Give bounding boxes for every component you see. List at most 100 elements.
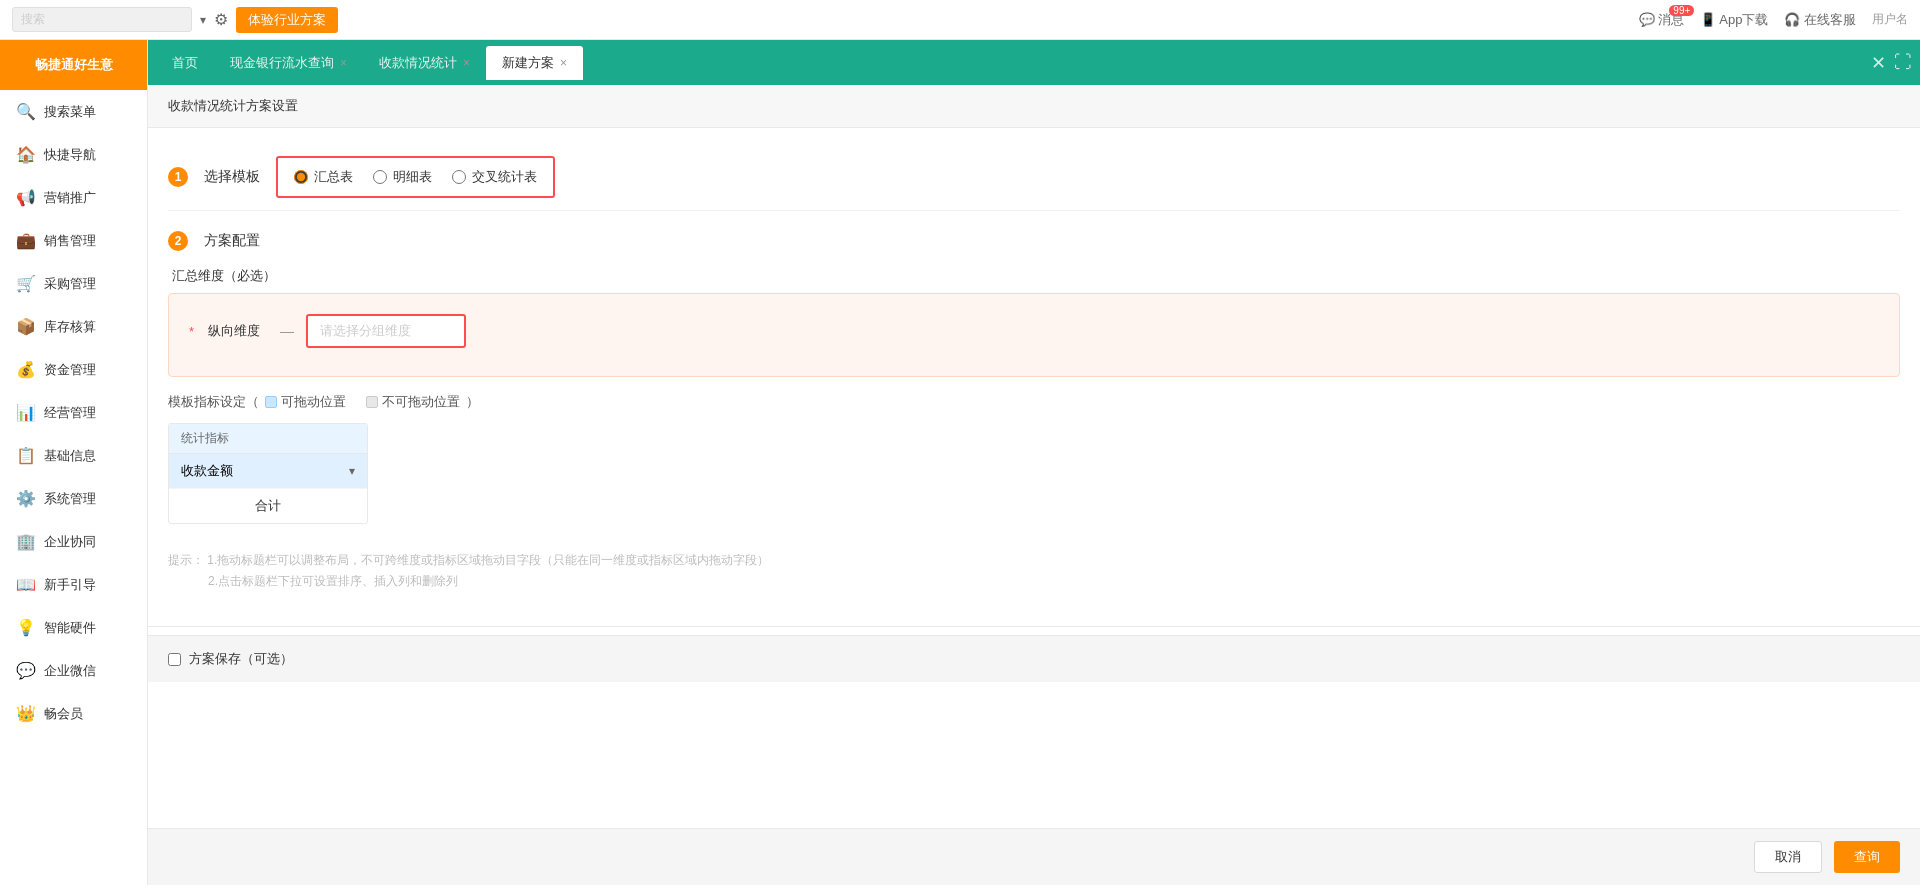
download-icon: 📱 (1700, 12, 1716, 27)
metrics-item-total: 合计 (169, 489, 367, 523)
member-icon: 👑 (16, 704, 36, 723)
step2-header: 2 方案配置 (168, 231, 1900, 251)
search-menu-icon: 🔍 (16, 102, 36, 121)
content-area: 首页 现金银行流水查询 × 收款情况统计 × 新建方案 × ✕ ⛶ (148, 40, 1920, 885)
sidebar-label-hardware: 智能硬件 (44, 619, 96, 637)
tab-bank-flow[interactable]: 现金银行流水查询 × (214, 46, 363, 80)
user-name[interactable]: 用户名 (1872, 11, 1908, 28)
template-selection-box: 汇总表 明细表 交叉统计表 (276, 156, 555, 198)
cancel-button[interactable]: 取消 (1754, 841, 1822, 873)
industry-btn[interactable]: 体验行业方案 (236, 7, 338, 33)
sidebar-label-wechat: 企业微信 (44, 662, 96, 680)
sidebar-item-finance[interactable]: 💰 资金管理 (0, 348, 147, 391)
sidebar-item-hardware[interactable]: 💡 智能硬件 (0, 606, 147, 649)
search-placeholder: 搜索 (21, 12, 45, 26)
home-icon: 🏠 (16, 145, 36, 164)
sidebar-label-search: 搜索菜单 (44, 103, 96, 121)
section-body: 1 选择模板 汇总表 明细表 交叉统计表 (148, 128, 1920, 618)
sidebar-item-home[interactable]: 🏠 快捷导航 (0, 133, 147, 176)
sidebar-item-basic-info[interactable]: 📋 基础信息 (0, 434, 147, 477)
sidebar-item-management[interactable]: 📊 经营管理 (0, 391, 147, 434)
radio-cross-label: 交叉统计表 (472, 168, 537, 186)
step1-row: 1 选择模板 汇总表 明细表 交叉统计表 (168, 144, 1900, 211)
tab-collection-stat[interactable]: 收款情况统计 × (363, 46, 486, 80)
step2-section: 2 方案配置 汇总维度（必选） * 纵向维度 — 请选择分组维度 (168, 231, 1900, 602)
metrics-item-label: 收款金额 (181, 462, 233, 480)
non-draggable-badge: 不可拖动位置 (366, 393, 460, 411)
hint-line-1: 提示： 1.拖动标题栏可以调整布局，不可跨维度或指标区域拖动目字段（只能在同一维… (168, 552, 1900, 569)
non-draggable-label: 不可拖动位置 (382, 393, 460, 411)
dimension-arrow-icon: — (280, 323, 294, 339)
hint-line-2: 2.点击标题栏下拉可设置排序、插入列和删除列 (168, 573, 1900, 590)
wechat-icon: 💬 (16, 661, 36, 680)
app-download[interactable]: 📱 App下载 (1700, 11, 1768, 29)
non-draggable-dot (366, 396, 378, 408)
tab-bank-flow-label: 现金银行流水查询 (230, 54, 334, 72)
radio-cross-input[interactable] (452, 170, 466, 184)
query-button[interactable]: 查询 (1834, 841, 1900, 873)
sidebar-item-purchase[interactable]: 🛒 采购管理 (0, 262, 147, 305)
sidebar-label-system: 系统管理 (44, 490, 96, 508)
metrics-section-label: 统计指标 (169, 424, 367, 454)
top-bar-right: 💬 消息 99+ 📱 App下载 🎧 在线客服 用户名 (1639, 11, 1908, 29)
step1-label: 选择模板 (204, 168, 260, 186)
tab-collection-stat-close-icon[interactable]: × (463, 56, 470, 70)
dimension-placeholder: 请选择分组维度 (320, 323, 411, 338)
enterprise-icon: 🏢 (16, 532, 36, 551)
sidebar-item-inventory[interactable]: 📦 库存核算 (0, 305, 147, 348)
sidebar-item-marketing[interactable]: 📢 营销推广 (0, 176, 147, 219)
dimension-area: * 纵向维度 — 请选择分组维度 (168, 293, 1900, 377)
radio-summary-label: 汇总表 (314, 168, 353, 186)
tab-bar-actions: ✕ ⛶ (1871, 52, 1912, 74)
dimension-selector[interactable]: 请选择分组维度 (306, 314, 466, 348)
top-bar-left: 搜索 ▾ ⚙ 体验行业方案 (12, 7, 338, 33)
radio-summary[interactable]: 汇总表 (294, 168, 353, 186)
marketing-icon: 📢 (16, 188, 36, 207)
save-checkbox[interactable] (168, 653, 181, 666)
page-header: 收款情况统计方案设置 (148, 85, 1920, 128)
sidebar-label-enterprise: 企业协同 (44, 533, 96, 551)
metrics-total-label: 合计 (255, 497, 281, 515)
main-layout: 畅捷通好生意 🔍 搜索菜单 🏠 快捷导航 📢 营销推广 💼 销售管理 🛒 采购管… (0, 40, 1920, 885)
window-expand-icon[interactable]: ⛶ (1894, 52, 1912, 73)
metrics-config-close: ） (466, 393, 479, 411)
service-icon: 🎧 (1784, 12, 1800, 27)
sidebar-label-finance: 资金管理 (44, 361, 96, 379)
gear-icon[interactable]: ⚙ (214, 10, 228, 29)
step1-badge: 1 (168, 167, 188, 187)
sidebar-item-sales[interactable]: 💼 销售管理 (0, 219, 147, 262)
online-service[interactable]: 🎧 在线客服 (1784, 11, 1856, 29)
tab-home[interactable]: 首页 (156, 46, 214, 80)
sidebar-label-purchase: 采购管理 (44, 275, 96, 293)
sidebar-label-sales: 销售管理 (44, 232, 96, 250)
management-icon: 📊 (16, 403, 36, 422)
sidebar-item-wechat[interactable]: 💬 企业微信 (0, 649, 147, 692)
sidebar-item-guide[interactable]: 📖 新手引导 (0, 563, 147, 606)
search-box[interactable]: 搜索 (12, 7, 192, 32)
sidebar-item-search[interactable]: 🔍 搜索菜单 (0, 90, 147, 133)
tab-bank-flow-close-icon[interactable]: × (340, 56, 347, 70)
tab-new-plan-close-icon[interactable]: × (560, 56, 567, 70)
radio-detail-input[interactable] (373, 170, 387, 184)
metrics-dropdown-icon[interactable]: ▾ (349, 464, 355, 478)
sidebar-item-system[interactable]: ⚙️ 系统管理 (0, 477, 147, 520)
metrics-item-amount[interactable]: 收款金额 ▾ (169, 454, 367, 489)
save-label: 方案保存（可选） (189, 650, 293, 668)
footer-actions: 取消 查询 (148, 828, 1920, 885)
sidebar: 畅捷通好生意 🔍 搜索菜单 🏠 快捷导航 📢 营销推广 💼 销售管理 🛒 采购管… (0, 40, 148, 885)
sidebar-item-member[interactable]: 👑 畅会员 (0, 692, 147, 735)
radio-cross[interactable]: 交叉统计表 (452, 168, 537, 186)
sidebar-item-enterprise[interactable]: 🏢 企业协同 (0, 520, 147, 563)
radio-detail[interactable]: 明细表 (373, 168, 432, 186)
tab-home-label: 首页 (172, 54, 198, 72)
draggable-dot (265, 396, 277, 408)
window-close-icon[interactable]: ✕ (1871, 52, 1886, 74)
metrics-config-label: 模板指标设定（ (168, 393, 259, 411)
top-bar: 搜索 ▾ ⚙ 体验行业方案 💬 消息 99+ 📱 App下载 🎧 在线客服 用户… (0, 0, 1920, 40)
system-icon: ⚙️ (16, 489, 36, 508)
dropdown-arrow-icon[interactable]: ▾ (200, 13, 206, 27)
radio-summary-input[interactable] (294, 170, 308, 184)
sidebar-label-member: 畅会员 (44, 705, 83, 723)
tab-new-plan[interactable]: 新建方案 × (486, 46, 583, 80)
notification[interactable]: 💬 消息 99+ (1639, 11, 1685, 29)
